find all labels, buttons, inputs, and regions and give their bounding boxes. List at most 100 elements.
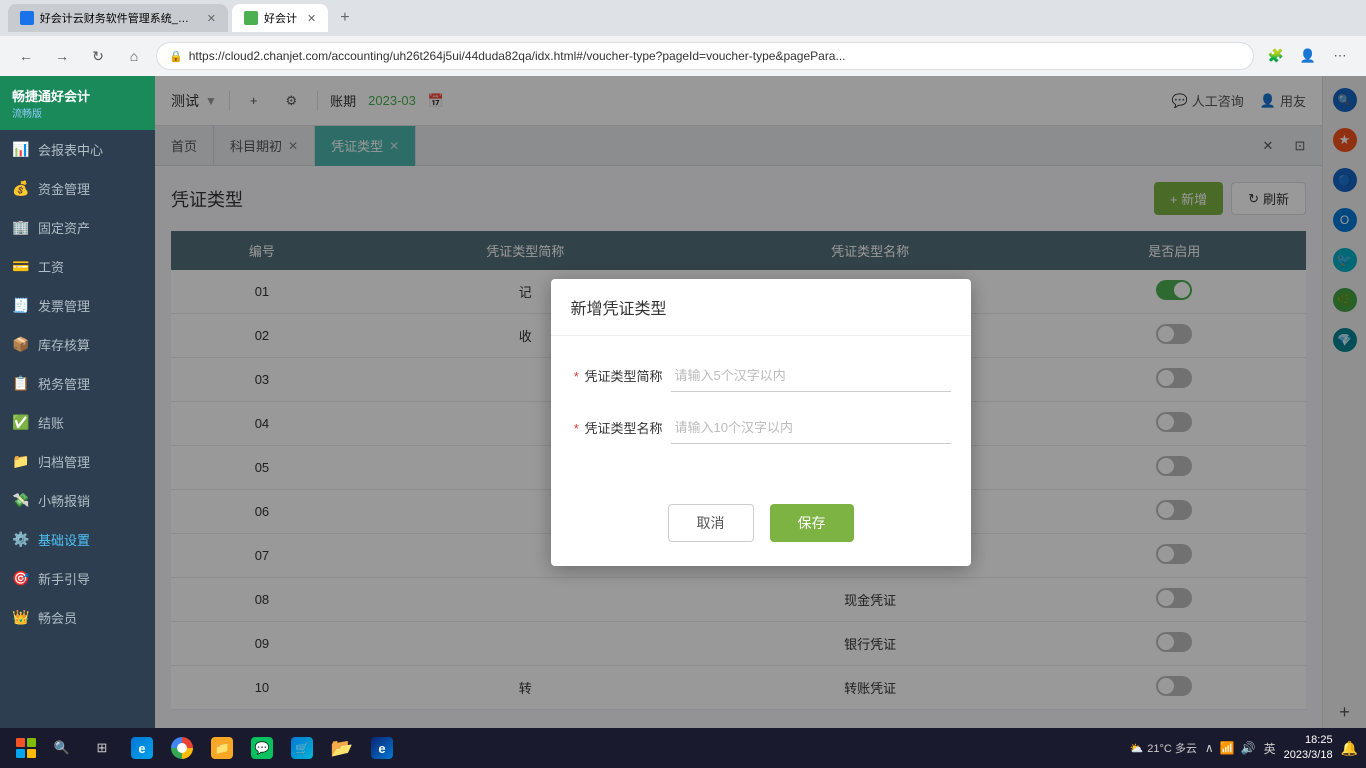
tab2-label: 好会计 bbox=[264, 10, 297, 26]
chevron-up-icon[interactable]: ∧ bbox=[1205, 741, 1214, 755]
forward-button[interactable]: → bbox=[48, 42, 76, 70]
sidebar-item-label-member: 畅会员 bbox=[38, 608, 77, 627]
name-label: * 凭证类型名称 bbox=[571, 418, 671, 437]
assets-icon: 🏢 bbox=[12, 219, 30, 237]
settings-icon: ⚙️ bbox=[12, 531, 30, 549]
tab1-label: 好会计云财务软件管理系统_会计 bbox=[40, 10, 197, 26]
member-icon: 👑 bbox=[12, 609, 30, 627]
sidebar: 畅捷通好会计 流畅版 📊 会报表中心 💰 资金管理 🏢 固定资产 💳 工资 bbox=[0, 76, 155, 768]
invoice-icon: 🧾 bbox=[12, 297, 30, 315]
taskbar-app-edge2[interactable]: e bbox=[364, 730, 400, 766]
sidebar-item-invoice[interactable]: 🧾 发票管理 bbox=[0, 286, 155, 325]
browser-action-buttons: 🧩 👤 ⋯ bbox=[1262, 42, 1354, 70]
windows-logo bbox=[16, 738, 36, 758]
save-button[interactable]: 保存 bbox=[770, 504, 854, 542]
taskbar-right: ⛅ 21°C 多云 ∧ 📶 🔊 英 18:25 2023/3/18 🔔 bbox=[1130, 733, 1358, 764]
browser-tab-bar: 好会计云财务软件管理系统_会计 ✕ 好会计 ✕ + bbox=[0, 0, 1366, 36]
win-logo-sq1 bbox=[16, 738, 25, 747]
taskbar-weather[interactable]: ⛅ 21°C 多云 bbox=[1130, 740, 1197, 756]
weather-icon: ⛅ bbox=[1130, 742, 1144, 755]
sidebar-item-dashboard[interactable]: 📊 会报表中心 bbox=[0, 130, 155, 169]
name-input[interactable] bbox=[671, 412, 951, 444]
tab2-favicon bbox=[244, 11, 258, 25]
clock-time: 18:25 bbox=[1284, 733, 1333, 748]
taskbar-app-taskview[interactable]: ⊞ bbox=[84, 730, 120, 766]
abbr-input[interactable] bbox=[671, 360, 951, 392]
logo-text: 畅捷通好会计 bbox=[12, 86, 90, 105]
sidebar-item-guide[interactable]: 🎯 新手引导 bbox=[0, 559, 155, 598]
taskbar-start-button[interactable] bbox=[8, 730, 44, 766]
notification-button[interactable]: 🔔 bbox=[1341, 740, 1358, 757]
win-logo-sq3 bbox=[16, 749, 25, 758]
modal-body: * 凭证类型简称 * 凭证类型名称 bbox=[551, 336, 971, 488]
sidebar-item-settlement[interactable]: ✅ 结账 bbox=[0, 403, 155, 442]
tab1-favicon bbox=[20, 11, 34, 25]
tab2-close[interactable]: ✕ bbox=[307, 12, 316, 25]
inventory-icon: 📦 bbox=[12, 336, 30, 354]
sidebar-logo[interactable]: 畅捷通好会计 流畅版 bbox=[0, 76, 155, 130]
sidebar-item-funds[interactable]: 💰 资金管理 bbox=[0, 169, 155, 208]
address-text: https://cloud2.chanjet.com/accounting/uh… bbox=[189, 49, 1241, 63]
sidebar-item-label-expense: 小畅报销 bbox=[38, 491, 90, 510]
cancel-button[interactable]: 取消 bbox=[668, 504, 754, 542]
logo-badge: 流畅版 bbox=[12, 105, 90, 120]
taskbar-app-edge[interactable]: e bbox=[124, 730, 160, 766]
browser-tab-2[interactable]: 好会计 ✕ bbox=[232, 4, 328, 32]
home-button[interactable]: ⌂ bbox=[120, 42, 148, 70]
win-logo-sq4 bbox=[27, 749, 36, 758]
browser-controls: ← → ↻ ⌂ 🔒 https://cloud2.chanjet.com/acc… bbox=[0, 36, 1366, 76]
sidebar-item-assets[interactable]: 🏢 固定资产 bbox=[0, 208, 155, 247]
sidebar-item-inventory[interactable]: 📦 库存核算 bbox=[0, 325, 155, 364]
abbr-label: * 凭证类型简称 bbox=[571, 366, 671, 385]
modal-title: 新增凭证类型 bbox=[571, 301, 667, 318]
settlement-icon: ✅ bbox=[12, 414, 30, 432]
sidebar-item-label-tax: 税务管理 bbox=[38, 374, 90, 393]
modal-footer: 取消 保存 bbox=[551, 488, 971, 566]
sidebar-item-label-assets: 固定资产 bbox=[38, 218, 90, 237]
taskbar: 🔍 ⊞ e 📁 💬 🛒 📂 e ⛅ 21°C 多云 ∧ bbox=[0, 728, 1366, 768]
payroll-icon: 💳 bbox=[12, 258, 30, 276]
modal-header: 新增凭证类型 bbox=[551, 279, 971, 336]
sidebar-item-archive[interactable]: 📁 归档管理 bbox=[0, 442, 155, 481]
sidebar-item-member[interactable]: 👑 畅会员 bbox=[0, 598, 155, 637]
archive-icon: 📁 bbox=[12, 453, 30, 471]
dashboard-icon: 📊 bbox=[12, 141, 30, 159]
sidebar-item-expense[interactable]: 💸 小畅报销 bbox=[0, 481, 155, 520]
tab1-close[interactable]: ✕ bbox=[207, 12, 216, 25]
profile-button[interactable]: 👤 bbox=[1294, 42, 1322, 70]
name-required-mark: * bbox=[574, 421, 579, 436]
sidebar-item-label-archive: 归档管理 bbox=[38, 452, 90, 471]
sidebar-scroll: 📊 会报表中心 💰 资金管理 🏢 固定资产 💳 工资 🧾 发票管理 📦 bbox=[0, 130, 155, 731]
abbr-form-row: * 凭证类型简称 bbox=[571, 360, 951, 392]
back-button[interactable]: ← bbox=[12, 42, 40, 70]
more-button[interactable]: ⋯ bbox=[1326, 42, 1354, 70]
clock-date: 2023/3/18 bbox=[1284, 748, 1333, 763]
taskbar-clock[interactable]: 18:25 2023/3/18 bbox=[1284, 733, 1333, 764]
expense-icon: 💸 bbox=[12, 492, 30, 510]
taskbar-app-store[interactable]: 🛒 bbox=[284, 730, 320, 766]
lang-indicator[interactable]: 英 bbox=[1264, 740, 1276, 757]
address-bar[interactable]: 🔒 https://cloud2.chanjet.com/accounting/… bbox=[156, 42, 1254, 70]
sidebar-item-label-settings: 基础设置 bbox=[38, 530, 90, 549]
extensions-button[interactable]: 🧩 bbox=[1262, 42, 1290, 70]
network-icon[interactable]: 📶 bbox=[1220, 741, 1235, 755]
name-form-row: * 凭证类型名称 bbox=[571, 412, 951, 444]
sidebar-item-settings[interactable]: ⚙️ 基础设置 bbox=[0, 520, 155, 559]
new-tab-button[interactable]: + bbox=[332, 9, 357, 27]
taskbar-search-button[interactable]: 🔍 bbox=[44, 730, 80, 766]
taskbar-system-icons: ∧ 📶 🔊 bbox=[1205, 741, 1256, 755]
lock-icon: 🔒 bbox=[169, 50, 183, 63]
refresh-button[interactable]: ↻ bbox=[84, 42, 112, 70]
tax-icon: 📋 bbox=[12, 375, 30, 393]
taskbar-app-explorer[interactable]: 📂 bbox=[324, 730, 360, 766]
browser-tab-1[interactable]: 好会计云财务软件管理系统_会计 ✕ bbox=[8, 4, 228, 32]
taskbar-app-chrome[interactable] bbox=[164, 730, 200, 766]
volume-icon[interactable]: 🔊 bbox=[1241, 741, 1256, 755]
guide-icon: 🎯 bbox=[12, 570, 30, 588]
sidebar-item-label-invoice: 发票管理 bbox=[38, 296, 90, 315]
taskbar-app-wechat[interactable]: 💬 bbox=[244, 730, 280, 766]
taskbar-app-file[interactable]: 📁 bbox=[204, 730, 240, 766]
sidebar-item-tax[interactable]: 📋 税务管理 bbox=[0, 364, 155, 403]
funds-icon: 💰 bbox=[12, 180, 30, 198]
sidebar-item-payroll[interactable]: 💳 工资 bbox=[0, 247, 155, 286]
